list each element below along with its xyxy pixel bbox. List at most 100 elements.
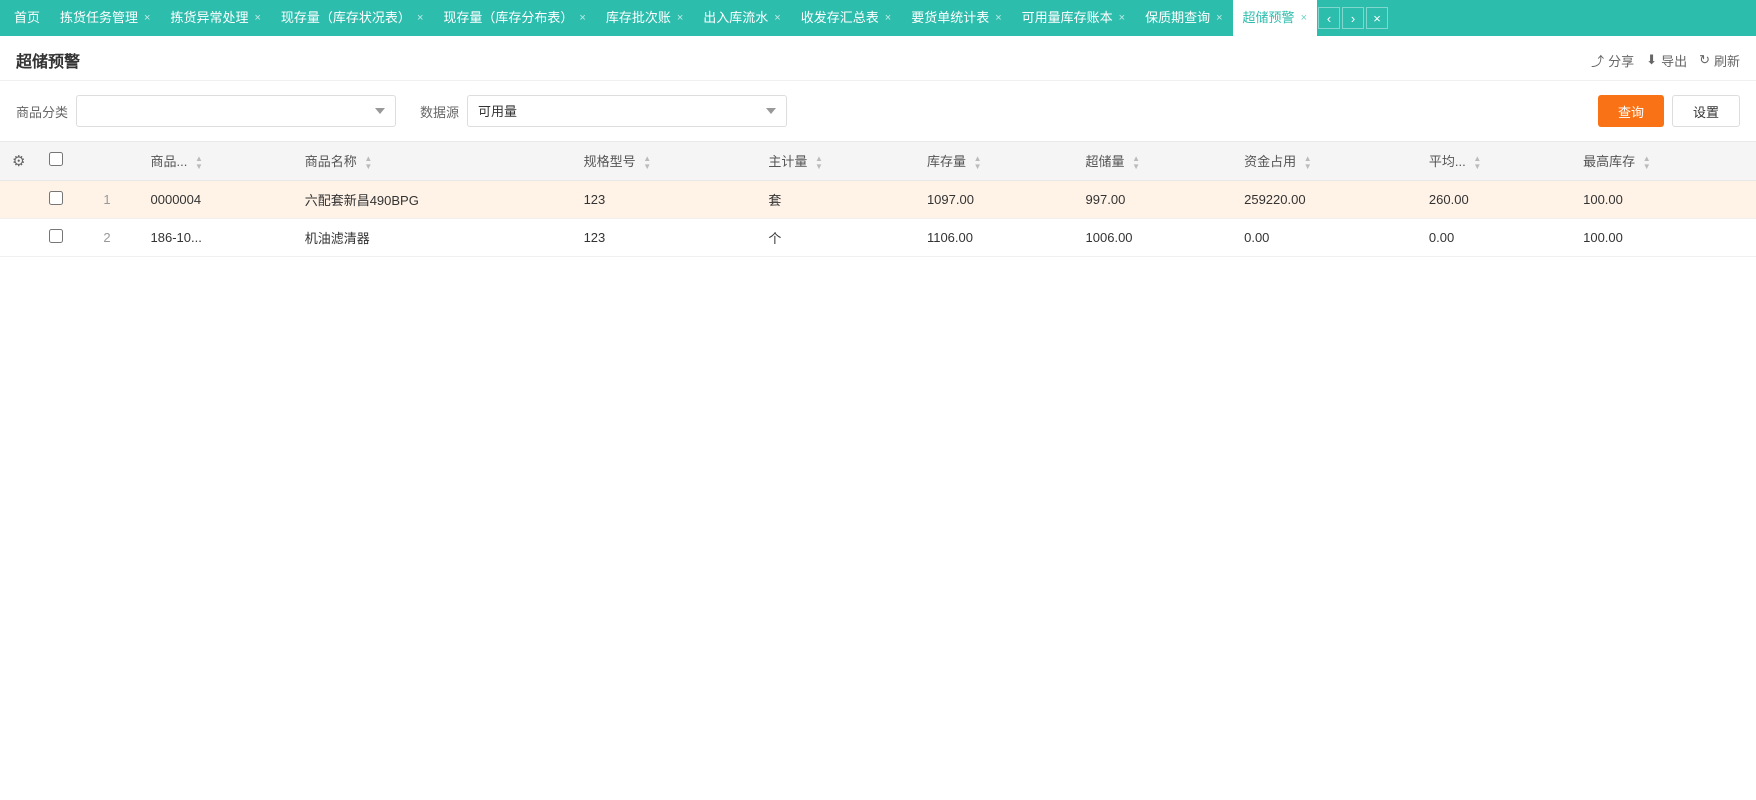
td-check: [37, 180, 75, 218]
sort-icons: ▲▼: [643, 155, 651, 171]
category-select[interactable]: [76, 95, 396, 127]
data-table: ⚙ 商品... ▲▼ 商品名称 ▲▼: [0, 141, 1756, 257]
sort-icons: ▲▼: [1304, 155, 1312, 171]
th-capital[interactable]: 资金占用 ▲▼: [1232, 142, 1417, 181]
close-icon[interactable]: ×: [1119, 0, 1125, 36]
datasource-select[interactable]: 可用量 库存量: [467, 95, 787, 127]
datasource-filter-group: 数据源 可用量 库存量: [420, 95, 787, 127]
nav-item-6[interactable]: 出入库流水 ×: [693, 0, 790, 36]
th-avg[interactable]: 平均... ▲▼: [1417, 142, 1571, 181]
sort-icons: ▲▼: [974, 155, 982, 171]
td-unit: 套: [756, 180, 915, 218]
sort-icons: ▲▼: [195, 155, 203, 171]
export-icon: ⬇: [1646, 52, 1657, 68]
td-max-stock: 100.00: [1571, 180, 1756, 218]
sort-icons: ▲▼: [815, 155, 823, 171]
td-overstock: 997.00: [1074, 180, 1233, 218]
page-header: 超储预警 ⤴ 分享 ⬇ 导出 ↻ 刷新: [0, 36, 1756, 81]
th-row-num: [75, 142, 138, 181]
query-button[interactable]: 查询: [1598, 95, 1664, 127]
filter-buttons: 查询 设置: [1598, 95, 1740, 127]
td-product-code: 186-10...: [139, 218, 293, 256]
th-stock[interactable]: 库存量 ▲▼: [915, 142, 1074, 181]
th-spec[interactable]: 规格型号 ▲▼: [572, 142, 757, 181]
nav-item-10[interactable]: 保质期查询 ×: [1135, 0, 1232, 36]
nav-item-7[interactable]: 收发存汇总表 ×: [791, 0, 901, 36]
filter-area: 商品分类 数据源 可用量 库存量 查询 设置: [0, 81, 1756, 141]
td-row-num: 2: [75, 218, 138, 256]
row-checkbox[interactable]: [49, 229, 63, 243]
td-capital: 259220.00: [1232, 180, 1417, 218]
category-filter-group: 商品分类: [16, 95, 396, 127]
close-icon[interactable]: ×: [417, 0, 423, 36]
refresh-button[interactable]: ↻ 刷新: [1699, 51, 1740, 70]
td-avg: 260.00: [1417, 180, 1571, 218]
nav-item-1[interactable]: 拣货任务管理 ×: [50, 0, 160, 36]
td-unit: 个: [756, 218, 915, 256]
td-gear: [0, 180, 37, 218]
sort-icons: ▲▼: [1132, 155, 1140, 171]
th-overstock[interactable]: 超储量 ▲▼: [1074, 142, 1233, 181]
header-actions: ⤴ 分享 ⬇ 导出 ↻ 刷新: [1591, 51, 1740, 70]
close-icon[interactable]: ×: [885, 0, 891, 36]
datasource-label: 数据源: [420, 102, 459, 121]
page-title: 超储预警: [16, 48, 80, 72]
page-content: 超储预警 ⤴ 分享 ⬇ 导出 ↻ 刷新 商品分类 数据源: [0, 36, 1756, 800]
row-checkbox[interactable]: [49, 191, 63, 205]
nav-bar: 首页 拣货任务管理 × 拣货异常处理 × 现存量（库存状况表） × 现存量（库存…: [0, 0, 1756, 36]
nav-item-5[interactable]: 库存批次账 ×: [596, 0, 693, 36]
close-icon[interactable]: ×: [677, 0, 683, 36]
td-stock: 1106.00: [915, 218, 1074, 256]
th-check: [37, 142, 75, 181]
table-row: 1 0000004 六配套新昌490BPG 123 套 1097.00 997.…: [0, 180, 1756, 218]
td-capital: 0.00: [1232, 218, 1417, 256]
table-header-row: ⚙ 商品... ▲▼ 商品名称 ▲▼: [0, 142, 1756, 181]
table-body: 1 0000004 六配套新昌490BPG 123 套 1097.00 997.…: [0, 180, 1756, 256]
nav-item-3[interactable]: 现存量（库存状况表） ×: [271, 0, 433, 36]
td-check: [37, 218, 75, 256]
nav-item-home[interactable]: 首页: [4, 0, 50, 36]
td-spec: 123: [572, 218, 757, 256]
table-container: ⚙ 商品... ▲▼ 商品名称 ▲▼: [0, 141, 1756, 257]
close-icon[interactable]: ×: [1301, 0, 1307, 36]
nav-next-button[interactable]: ›: [1342, 7, 1364, 29]
td-overstock: 1006.00: [1074, 218, 1233, 256]
close-icon[interactable]: ×: [144, 0, 150, 36]
td-row-num: 1: [75, 180, 138, 218]
gear-icon[interactable]: ⚙: [12, 153, 25, 170]
nav-item-active[interactable]: 超储预警 ×: [1233, 0, 1317, 36]
th-product-code[interactable]: 商品... ▲▼: [139, 142, 293, 181]
share-button[interactable]: ⤴ 分享: [1591, 51, 1634, 70]
td-product-name: 机油滤清器: [293, 218, 572, 256]
th-product-name[interactable]: 商品名称 ▲▼: [293, 142, 572, 181]
th-max-stock[interactable]: 最高库存 ▲▼: [1571, 142, 1756, 181]
category-label: 商品分类: [16, 102, 68, 121]
close-icon[interactable]: ×: [254, 0, 260, 36]
sort-icons: ▲▼: [1473, 155, 1481, 171]
nav-item-9[interactable]: 可用量库存账本 ×: [1012, 0, 1135, 36]
nav-prev-button[interactable]: ‹: [1318, 7, 1340, 29]
nav-item-8[interactable]: 要货单统计表 ×: [901, 0, 1011, 36]
nav-item-4[interactable]: 现存量（库存分布表） ×: [433, 0, 595, 36]
nav-more-button[interactable]: ×: [1366, 7, 1388, 29]
td-max-stock: 100.00: [1571, 218, 1756, 256]
settings-button[interactable]: 设置: [1672, 95, 1740, 127]
close-icon[interactable]: ×: [1216, 0, 1222, 36]
sort-icons: ▲▼: [364, 155, 372, 171]
th-gear[interactable]: ⚙: [0, 142, 37, 181]
close-icon[interactable]: ×: [579, 0, 585, 36]
close-icon[interactable]: ×: [995, 0, 1001, 36]
export-button[interactable]: ⬇ 导出: [1646, 51, 1687, 70]
select-all-checkbox[interactable]: [49, 152, 63, 166]
td-avg: 0.00: [1417, 218, 1571, 256]
sort-icons: ▲▼: [1643, 155, 1651, 171]
th-unit[interactable]: 主计量 ▲▼: [756, 142, 915, 181]
table-row: 2 186-10... 机油滤清器 123 个 1106.00 1006.00 …: [0, 218, 1756, 256]
td-product-code: 0000004: [139, 180, 293, 218]
nav-item-2[interactable]: 拣货异常处理 ×: [160, 0, 270, 36]
td-product-name: 六配套新昌490BPG: [293, 180, 572, 218]
close-icon[interactable]: ×: [774, 0, 780, 36]
share-icon: ⤴: [1591, 51, 1604, 70]
td-gear: [0, 218, 37, 256]
td-spec: 123: [572, 180, 757, 218]
